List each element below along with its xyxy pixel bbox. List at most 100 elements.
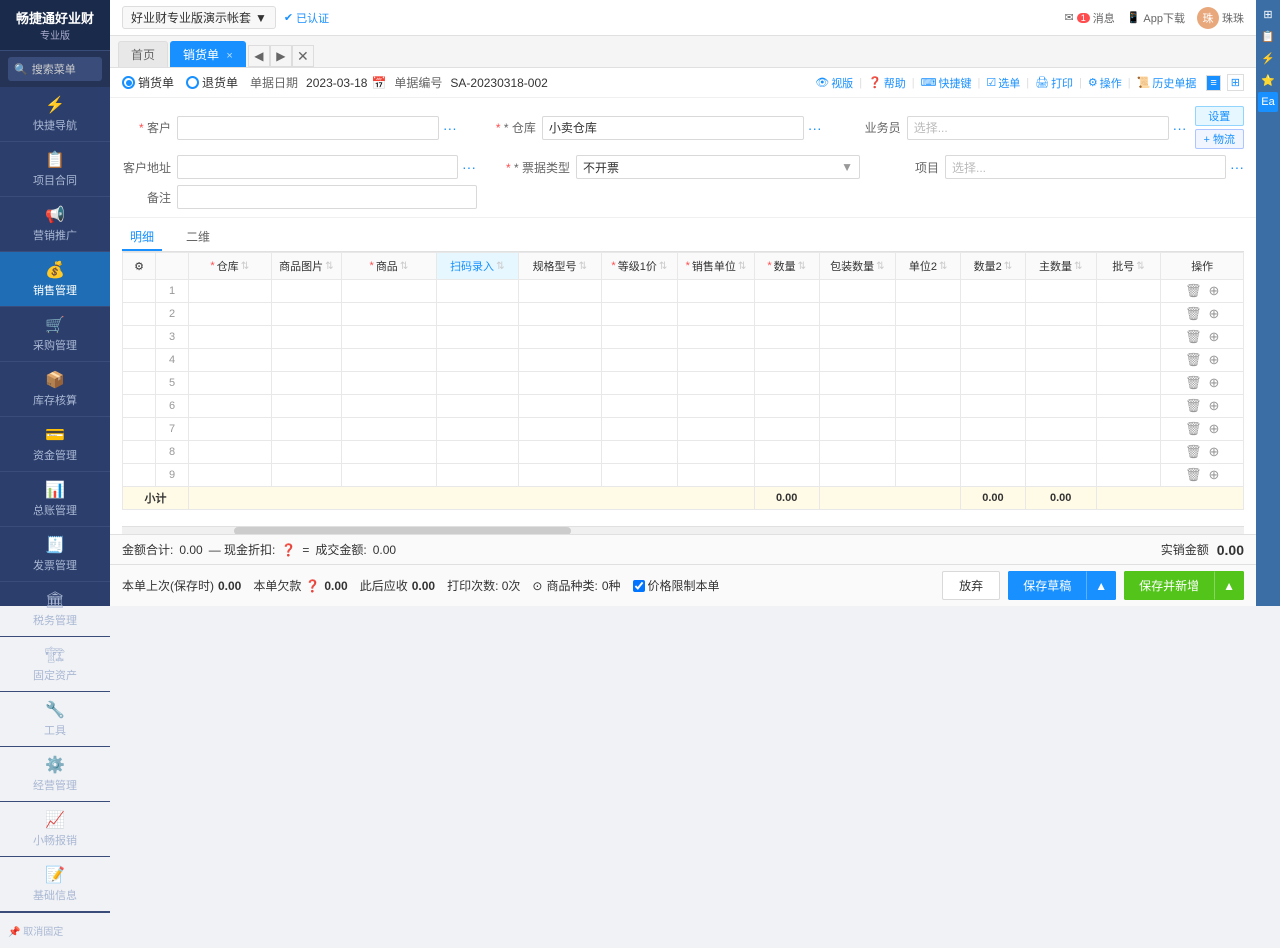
row-warehouse-cell[interactable] bbox=[189, 303, 272, 326]
row-batch-cell[interactable] bbox=[1096, 464, 1161, 487]
row-pack-cell[interactable] bbox=[819, 418, 896, 441]
right-tool-4[interactable]: ⭐ bbox=[1258, 70, 1278, 90]
tab-sale-order[interactable]: 销货单 × bbox=[170, 41, 246, 67]
copy-icon[interactable]: ⊕ bbox=[1209, 283, 1220, 298]
logistics-button[interactable]: + 物流 bbox=[1195, 129, 1244, 149]
history-button[interactable]: 📜 历史单据 bbox=[1137, 75, 1197, 91]
row-barcode-cell[interactable] bbox=[436, 303, 519, 326]
row-warehouse-cell[interactable] bbox=[189, 441, 272, 464]
row-mainqty-cell[interactable] bbox=[1025, 464, 1096, 487]
tab-next-button[interactable]: ▶ bbox=[270, 45, 292, 67]
row-warehouse-cell[interactable] bbox=[189, 372, 272, 395]
row-unit-cell[interactable] bbox=[678, 395, 755, 418]
row-barcode-cell[interactable] bbox=[436, 418, 519, 441]
row-spec-cell[interactable] bbox=[519, 349, 602, 372]
row-mainqty-cell[interactable] bbox=[1025, 372, 1096, 395]
copy-icon[interactable]: ⊕ bbox=[1209, 421, 1220, 436]
row-qty-cell[interactable] bbox=[754, 441, 819, 464]
user-avatar[interactable]: 珠 珠珠 bbox=[1197, 7, 1244, 29]
row-qty-cell[interactable] bbox=[754, 464, 819, 487]
app-download-button[interactable]: 📱 App下载 bbox=[1127, 10, 1185, 26]
row-mainqty-cell[interactable] bbox=[1025, 303, 1096, 326]
discount-help-icon[interactable]: ❓ bbox=[281, 543, 296, 557]
right-tool-1[interactable]: ⊞ bbox=[1258, 4, 1278, 24]
tab-close-button[interactable]: ✕ bbox=[292, 45, 314, 67]
row-unit2-cell[interactable] bbox=[896, 464, 961, 487]
delete-icon[interactable]: 🗑 bbox=[1185, 398, 1202, 413]
row-batch-cell[interactable] bbox=[1096, 418, 1161, 441]
print-button[interactable]: 🖨 打印 bbox=[1035, 75, 1073, 91]
row-qty-cell[interactable] bbox=[754, 372, 819, 395]
project-input[interactable]: 选择... bbox=[945, 155, 1226, 179]
row-pack-cell[interactable] bbox=[819, 395, 896, 418]
select-button[interactable]: ☑ 选单 bbox=[986, 75, 1020, 91]
row-unit-cell[interactable] bbox=[678, 326, 755, 349]
row-unit-cell[interactable] bbox=[678, 418, 755, 441]
row-price-cell[interactable] bbox=[601, 395, 678, 418]
warehouse-ellipsis[interactable]: ··· bbox=[808, 120, 822, 136]
view-button[interactable]: 👁 视版 bbox=[815, 75, 853, 91]
delete-icon[interactable]: 🗑 bbox=[1185, 375, 1202, 390]
row-unit-cell[interactable] bbox=[678, 464, 755, 487]
sidebar-item-purchase[interactable]: 🛒 采购管理 bbox=[0, 307, 110, 362]
row-qty-cell[interactable] bbox=[754, 418, 819, 441]
settings-col-header[interactable]: ⚙ bbox=[123, 253, 156, 280]
row-qty2-cell[interactable] bbox=[961, 441, 1026, 464]
abandon-button[interactable]: 放弃 bbox=[942, 571, 1000, 600]
row-unit-cell[interactable] bbox=[678, 349, 755, 372]
address-input[interactable] bbox=[177, 155, 458, 179]
row-warehouse-cell[interactable] bbox=[189, 280, 272, 303]
row-price-cell[interactable] bbox=[601, 326, 678, 349]
row-unit-cell[interactable] bbox=[678, 441, 755, 464]
radio-sale[interactable]: 销货单 bbox=[122, 74, 174, 91]
delete-icon[interactable]: 🗑 bbox=[1185, 467, 1202, 482]
delete-icon[interactable]: 🗑 bbox=[1185, 421, 1202, 436]
radio-return[interactable]: 退货单 bbox=[186, 74, 238, 91]
row-qty2-cell[interactable] bbox=[961, 303, 1026, 326]
customer-input[interactable] bbox=[177, 116, 439, 140]
copy-icon[interactable]: ⊕ bbox=[1209, 467, 1220, 482]
row-batch-cell[interactable] bbox=[1096, 372, 1161, 395]
row-product-cell[interactable] bbox=[342, 441, 436, 464]
sidebar-item-tax[interactable]: 🏛 税务管理 bbox=[0, 582, 110, 637]
row-price-cell[interactable] bbox=[601, 441, 678, 464]
save-draft-button[interactable]: 保存草稿 bbox=[1008, 571, 1086, 600]
price-check-input[interactable] bbox=[633, 580, 645, 592]
row-qty2-cell[interactable] bbox=[961, 349, 1026, 372]
row-warehouse-cell[interactable] bbox=[189, 349, 272, 372]
tab-home[interactable]: 首页 bbox=[118, 41, 168, 67]
copy-icon[interactable]: ⊕ bbox=[1209, 352, 1220, 367]
copy-icon[interactable]: ⊕ bbox=[1209, 306, 1220, 321]
row-pack-cell[interactable] bbox=[819, 441, 896, 464]
sidebar-item-fixed[interactable]: 🏗 固定资产 bbox=[0, 637, 110, 692]
row-price-cell[interactable] bbox=[601, 280, 678, 303]
row-barcode-cell[interactable] bbox=[436, 464, 519, 487]
right-tool-2[interactable]: 📋 bbox=[1258, 26, 1278, 46]
row-qty-cell[interactable] bbox=[754, 326, 819, 349]
sidebar-item-ops[interactable]: ⚙️ 经营管理 bbox=[0, 747, 110, 802]
row-unit2-cell[interactable] bbox=[896, 395, 961, 418]
delete-icon[interactable]: 🗑 bbox=[1185, 306, 1202, 321]
debt-help[interactable]: ❓ bbox=[305, 579, 320, 593]
invoice-select[interactable]: 不开票 ▼ bbox=[576, 155, 860, 179]
delete-icon[interactable]: 🗑 bbox=[1185, 283, 1202, 298]
row-qty-cell[interactable] bbox=[754, 349, 819, 372]
staff-input[interactable]: 选择... bbox=[907, 116, 1169, 140]
row-warehouse-cell[interactable] bbox=[189, 326, 272, 349]
delete-icon[interactable]: 🗑 bbox=[1185, 444, 1202, 459]
sidebar-item-marketing[interactable]: 📢 营销推广 bbox=[0, 197, 110, 252]
row-price-cell[interactable] bbox=[601, 464, 678, 487]
row-spec-cell[interactable] bbox=[519, 418, 602, 441]
row-batch-cell[interactable] bbox=[1096, 280, 1161, 303]
row-qty2-cell[interactable] bbox=[961, 326, 1026, 349]
delete-icon[interactable]: 🗑 bbox=[1185, 329, 1202, 344]
warehouse-input[interactable]: 小卖仓库 bbox=[542, 116, 804, 140]
help-button[interactable]: ❓ 帮助 bbox=[868, 75, 906, 91]
tab-2d[interactable]: 二维 bbox=[178, 224, 218, 251]
row-product-cell[interactable] bbox=[342, 418, 436, 441]
row-unit2-cell[interactable] bbox=[896, 441, 961, 464]
sidebar-item-general[interactable]: 📊 总账管理 bbox=[0, 472, 110, 527]
company-selector[interactable]: 好业财专业版演示帐套 ▼ bbox=[122, 6, 276, 29]
row-mainqty-cell[interactable] bbox=[1025, 326, 1096, 349]
sidebar-item-tools[interactable]: 🔧 工具 bbox=[0, 692, 110, 747]
